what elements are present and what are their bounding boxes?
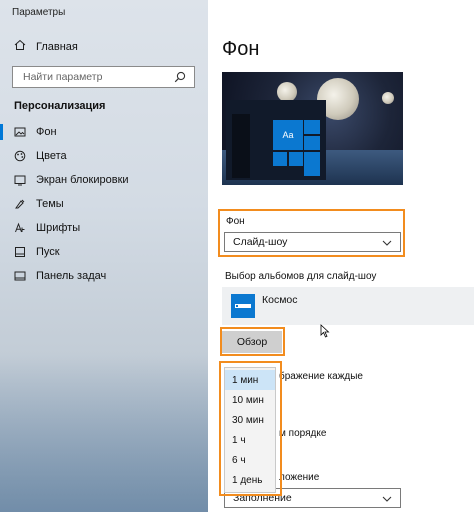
fonts-icon <box>14 222 26 234</box>
sidebar-item-label: Цвета <box>36 150 67 162</box>
window-title: Параметры <box>12 7 66 18</box>
sidebar-item-label: Фон <box>36 126 57 138</box>
sidebar-item-background[interactable]: Фон <box>0 120 208 144</box>
sidebar-item-taskbar[interactable]: Панель задач <box>0 264 208 288</box>
highlight-box-browse <box>220 327 285 356</box>
taskbar-icon <box>14 270 26 282</box>
search-icon[interactable] <box>174 71 186 86</box>
search-input[interactable]: Найти параметр <box>12 66 195 88</box>
album-item[interactable] <box>222 287 474 325</box>
sidebar-item-themes[interactable]: Темы <box>0 192 208 216</box>
mock-tile <box>304 136 320 150</box>
album-name: Космос <box>262 294 298 306</box>
sidebar-item-label: Экран блокировки <box>36 174 129 186</box>
folder-icon <box>231 294 255 318</box>
sidebar-nav: Фон Цвета Экран блокировки Темы Шрифты П… <box>0 120 208 288</box>
moon-tiny <box>382 92 394 104</box>
mock-tile <box>289 152 303 166</box>
moon-small <box>277 82 297 102</box>
page-title: Фон <box>222 38 260 60</box>
themes-icon <box>14 198 26 210</box>
picture-icon <box>14 126 26 138</box>
highlight-box-background <box>218 209 405 257</box>
order-label: м порядке <box>279 428 327 439</box>
palette-icon <box>14 150 26 162</box>
sidebar-item-label: Темы <box>36 198 64 210</box>
home-link[interactable]: Главная <box>14 39 78 54</box>
sidebar-item-label: Панель задач <box>36 270 107 282</box>
search-placeholder: Найти параметр <box>23 71 103 83</box>
mock-tile <box>273 152 287 166</box>
sidebar-item-fonts[interactable]: Шрифты <box>0 216 208 240</box>
mock-tile-aa: Aa <box>273 120 303 150</box>
start-icon <box>14 246 26 258</box>
home-label: Главная <box>36 40 78 53</box>
fit-label: ложение <box>279 472 320 483</box>
chevron-down-icon <box>382 494 392 506</box>
sidebar-item-colors[interactable]: Цвета <box>0 144 208 168</box>
mock-tile <box>304 152 320 176</box>
mock-tile <box>304 120 320 134</box>
mouse-cursor-icon <box>320 324 330 343</box>
section-title: Персонализация <box>14 100 106 112</box>
home-icon <box>14 39 26 54</box>
albums-label: Выбор альбомов для слайд-шоу <box>225 271 377 282</box>
mock-start-menu <box>232 114 250 178</box>
sidebar-item-lock-screen[interactable]: Экран блокировки <box>0 168 208 192</box>
lock-screen-icon <box>14 174 26 186</box>
highlight-box-interval <box>219 361 282 496</box>
interval-label: бражение каждые <box>279 371 363 382</box>
sidebar-item-label: Пуск <box>36 246 60 258</box>
sidebar-item-label: Шрифты <box>36 222 81 234</box>
sidebar-item-start[interactable]: Пуск <box>0 240 208 264</box>
